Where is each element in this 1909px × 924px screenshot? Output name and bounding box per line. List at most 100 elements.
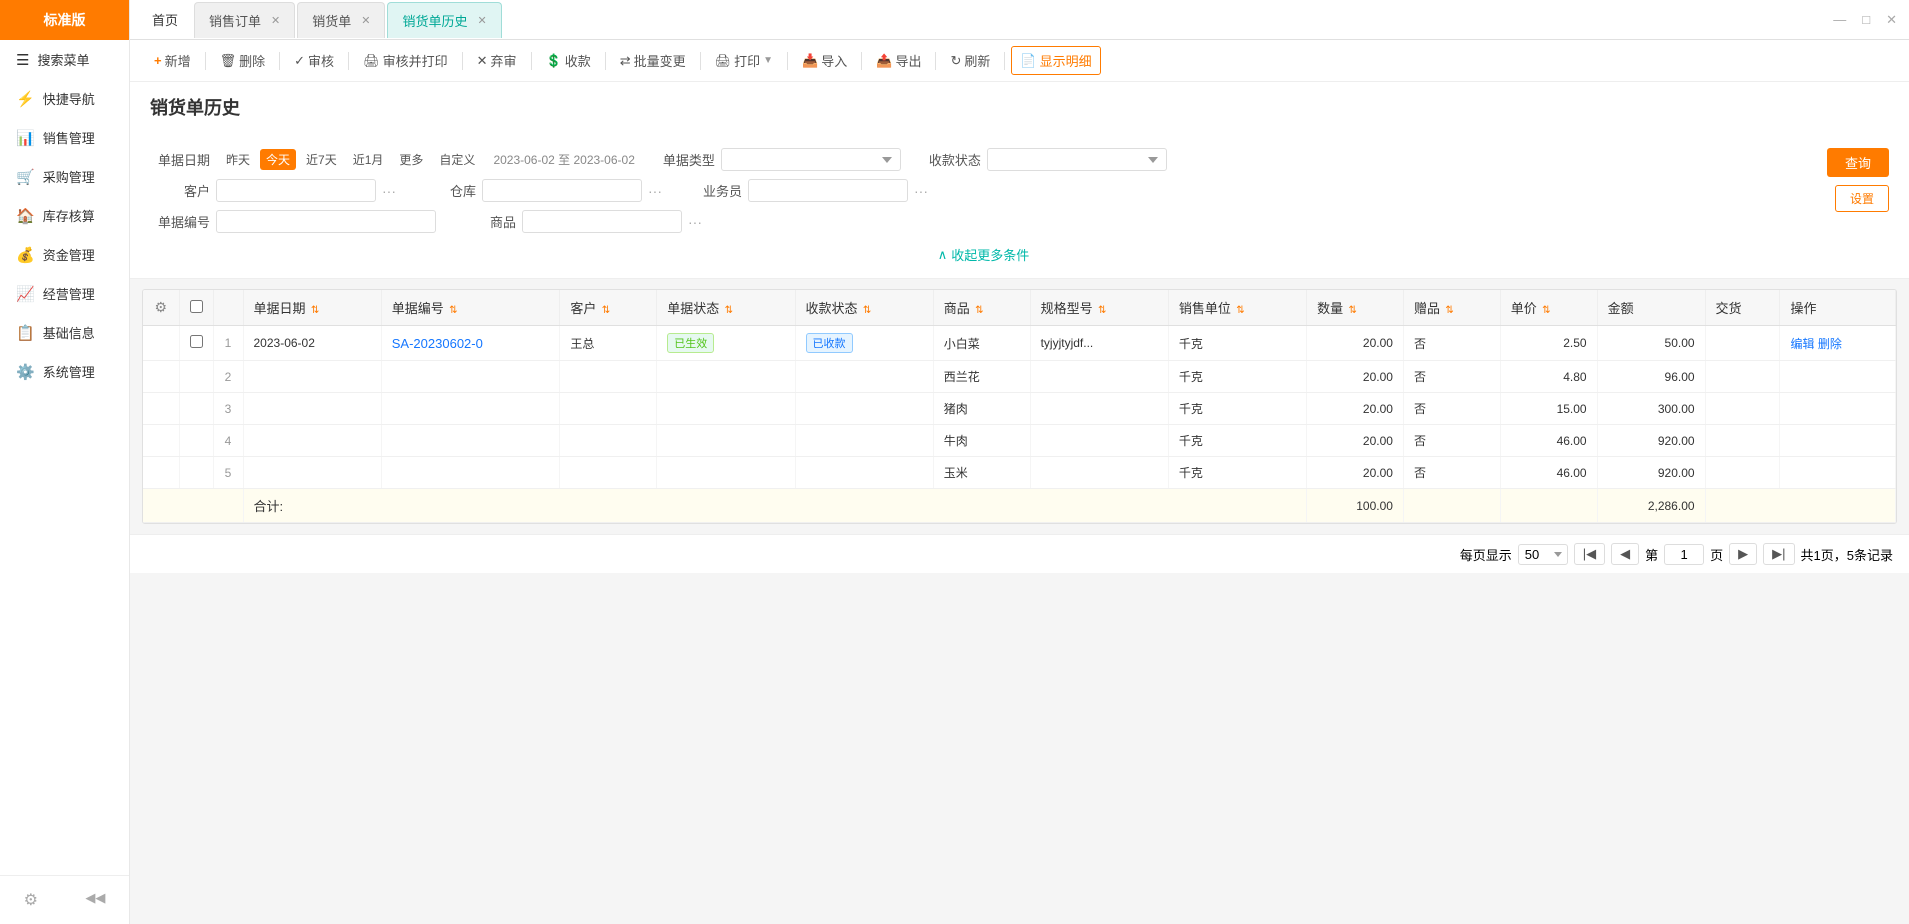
prev-page-button[interactable]: ◀ — [1611, 543, 1639, 565]
tab-sales-goods-close[interactable]: ✕ — [361, 14, 370, 27]
sidebar-item-system-mgmt[interactable]: ⚙️ 系统管理 — [0, 352, 129, 391]
th-doc-date[interactable]: 单据日期 ⇅ — [243, 290, 381, 326]
goods-ellipsis[interactable]: ··· — [688, 214, 702, 230]
th-amount: 金额 — [1597, 290, 1705, 326]
audit-icon: ✓ — [294, 53, 305, 69]
row-goods: 小白菜 — [933, 326, 1030, 361]
row-settings — [143, 457, 179, 489]
row-gift: 否 — [1403, 457, 1500, 489]
salesperson-ellipsis[interactable]: ··· — [914, 183, 928, 199]
th-doc-no[interactable]: 单据编号 ⇅ — [381, 290, 560, 326]
th-rownum — [213, 290, 243, 326]
th-unit[interactable]: 销售单位 ⇅ — [1168, 290, 1306, 326]
payment-status-badge: 已收款 — [806, 333, 853, 353]
row-actions — [1780, 361, 1896, 393]
date-btn-7days[interactable]: 近7天 — [300, 149, 343, 170]
customer-ellipsis[interactable]: ··· — [382, 183, 396, 199]
warehouse-input[interactable] — [482, 179, 642, 202]
page-size-select[interactable]: 20 50 100 200 — [1518, 544, 1568, 565]
discard-button[interactable]: ✕ 弃审 — [469, 47, 525, 74]
tab-home-label: 首页 — [152, 10, 178, 29]
th-qty[interactable]: 数量 ⇅ — [1307, 290, 1404, 326]
th-unit-price[interactable]: 单价 ⇅ — [1500, 290, 1597, 326]
date-filter: 单据日期 昨天 今天 近7天 近1月 更多 自定义 2023-06-02 至 2… — [150, 149, 635, 170]
query-button[interactable]: 查询 — [1827, 148, 1889, 177]
table-gear-icon[interactable]: ⚙ — [154, 299, 167, 315]
row-select-checkbox[interactable] — [190, 335, 203, 348]
collect-icon: 💲 — [546, 53, 562, 69]
sidebar-item-finance[interactable]: 💰 资金管理 — [0, 235, 129, 274]
salesperson-input[interactable] — [748, 179, 908, 202]
collapse-sidebar-icon[interactable]: ◀◀ — [85, 890, 105, 910]
th-payment-status[interactable]: 收款状态 ⇅ — [795, 290, 933, 326]
print-button[interactable]: 🖨 打印 ▼ — [707, 47, 781, 74]
tab-sales-goods-label: 销货单 — [312, 11, 351, 30]
sort-icon-qty: ⇅ — [1348, 305, 1356, 316]
goods-input[interactable] — [522, 210, 682, 233]
sort-icon-customer: ⇅ — [602, 305, 610, 316]
date-btn-today[interactable]: 今天 — [260, 149, 296, 170]
collect-button[interactable]: 💲 收款 — [538, 47, 599, 74]
th-spec[interactable]: 规格型号 ⇅ — [1030, 290, 1168, 326]
filter-collapse[interactable]: ∧ 收起更多条件 — [150, 241, 1817, 268]
batch-change-button[interactable]: ⇄ 批量变更 — [612, 47, 694, 74]
last-page-button[interactable]: ▶| — [1763, 543, 1794, 565]
payment-status-select[interactable] — [987, 148, 1167, 171]
sidebar-item-inventory[interactable]: 🏠 库存核算 — [0, 196, 129, 235]
date-btns: 昨天 今天 近7天 近1月 更多 自定义 — [220, 149, 481, 170]
sidebar-item-quick-nav[interactable]: ⚡ 快捷导航 — [0, 79, 129, 118]
tab-sales-history[interactable]: 销货单历史 ✕ — [387, 2, 501, 38]
action-link[interactable]: 编辑 — [1790, 337, 1814, 351]
setting-button[interactable]: 设置 — [1835, 185, 1889, 212]
customer-input[interactable] — [216, 179, 376, 202]
window-minimize[interactable]: — — [1829, 12, 1850, 27]
tab-sales-order-close[interactable]: ✕ — [271, 14, 280, 27]
delete-button[interactable]: 🗑 删除 — [212, 47, 274, 74]
export-button[interactable]: 📤 导出 — [868, 47, 929, 74]
date-btn-custom[interactable]: 自定义 — [433, 149, 481, 170]
date-btn-more[interactable]: 更多 — [393, 149, 429, 170]
first-page-button[interactable]: |◀ — [1574, 543, 1605, 565]
sidebar-item-operations[interactable]: 📈 经营管理 — [0, 274, 129, 313]
import-button[interactable]: 📥 导入 — [794, 47, 855, 74]
doc-no-input[interactable] — [216, 210, 436, 233]
bottom-settings-icon[interactable]: ⚙ — [24, 890, 38, 910]
row-settings — [143, 326, 179, 361]
tab-home[interactable]: 首页 — [138, 2, 192, 38]
window-close[interactable]: ✕ — [1882, 12, 1901, 28]
sidebar-item-purchase-mgmt[interactable]: 🛒 采购管理 — [0, 157, 129, 196]
tab-sales-history-close[interactable]: ✕ — [478, 14, 487, 27]
date-btn-1month[interactable]: 近1月 — [347, 149, 390, 170]
sidebar-item-label: 资金管理 — [43, 245, 95, 264]
row-payment-status — [795, 425, 933, 457]
tab-sales-order[interactable]: 销售订单 ✕ — [194, 2, 295, 38]
tab-sales-goods[interactable]: 销货单 ✕ — [297, 2, 385, 38]
show-detail-button[interactable]: 📄 显示明细 — [1011, 46, 1100, 75]
row-gift: 否 — [1403, 425, 1500, 457]
th-gift[interactable]: 赠品 ⇅ — [1403, 290, 1500, 326]
action-link[interactable]: 删除 — [1818, 337, 1842, 351]
date-btn-yesterday[interactable]: 昨天 — [220, 149, 256, 170]
th-doc-status[interactable]: 单据状态 ⇅ — [657, 290, 795, 326]
new-button[interactable]: + 新增 — [146, 47, 199, 74]
refresh-button[interactable]: ↻ 刷新 — [942, 47, 998, 74]
summary-total-amount: 2,286.00 — [1597, 489, 1705, 523]
th-customer[interactable]: 客户 ⇅ — [560, 290, 657, 326]
doc-no-link[interactable]: SA-20230602-0 — [392, 336, 483, 351]
warehouse-ellipsis[interactable]: ··· — [648, 183, 662, 199]
sidebar-item-search-menu[interactable]: ☰ 搜索菜单 — [0, 40, 129, 79]
th-goods[interactable]: 商品 ⇅ — [933, 290, 1030, 326]
window-maximize[interactable]: □ — [1858, 12, 1874, 27]
sidebar-item-sales-mgmt[interactable]: 📊 销售管理 — [0, 118, 129, 157]
page-input[interactable] — [1664, 544, 1704, 565]
total-records: 共1页，5条记录 — [1801, 545, 1893, 564]
doc-type-select[interactable] — [721, 148, 901, 171]
sort-icon-doc-date: ⇅ — [311, 305, 319, 316]
row-spec — [1030, 361, 1168, 393]
system-mgmt-icon: ⚙️ — [16, 363, 35, 381]
audit-button[interactable]: ✓ 审核 — [286, 47, 342, 74]
next-page-button[interactable]: ▶ — [1729, 543, 1757, 565]
select-all-checkbox[interactable] — [190, 300, 203, 313]
sidebar-item-basic-info[interactable]: 📋 基础信息 — [0, 313, 129, 352]
audit-print-button[interactable]: 🖨 审核并打印 — [355, 47, 456, 74]
